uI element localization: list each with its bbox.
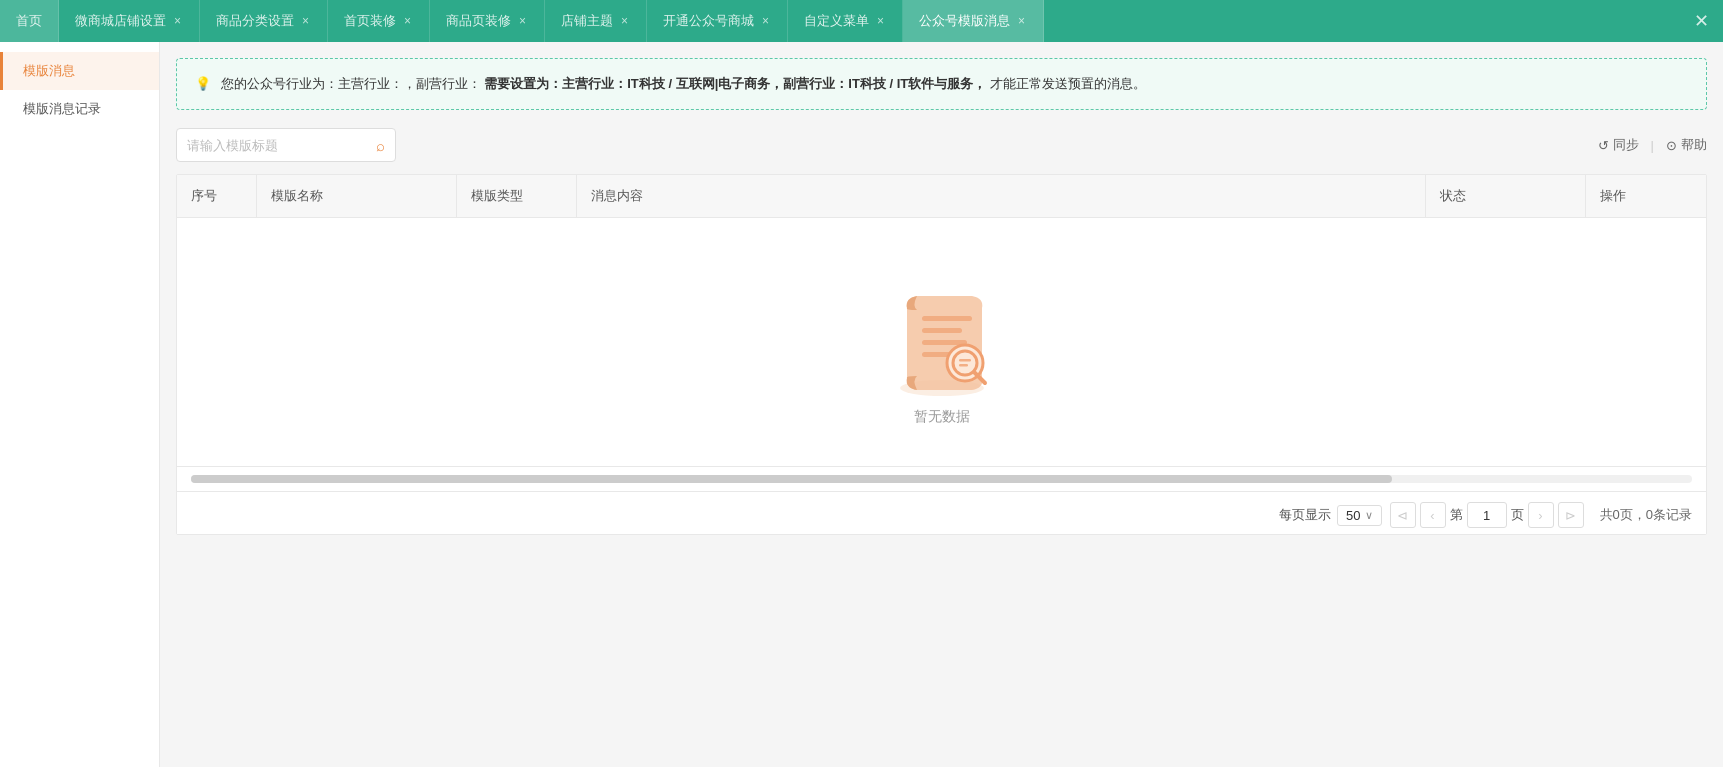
- sync-label: 同步: [1613, 136, 1639, 154]
- svg-rect-9: [959, 364, 968, 367]
- tab-close-icon[interactable]: ×: [1016, 14, 1027, 28]
- tab-close-icon[interactable]: ×: [760, 14, 771, 28]
- table-header: 序号 模版名称 模版类型 消息内容 状态 操作: [177, 175, 1706, 218]
- first-page-button[interactable]: ⊲: [1390, 502, 1416, 528]
- page-size-value: 50: [1346, 508, 1360, 523]
- notice-suffix: 才能正常发送预置的消息。: [990, 76, 1146, 91]
- search-icon[interactable]: ⌕: [376, 137, 385, 154]
- notice-prefix: 您的公众号行业为：主营行业：，副营行业：: [221, 76, 481, 91]
- divider: |: [1651, 138, 1654, 153]
- tab-bar: 首页微商城店铺设置×商品分类设置×首页装修×商品页装修×店铺主题×开通公众号商城…: [0, 0, 1723, 42]
- chevron-down-icon: ∨: [1365, 509, 1373, 522]
- svg-rect-2: [922, 328, 962, 333]
- page-size-label: 每页显示: [1279, 506, 1331, 524]
- tab-close-icon[interactable]: ×: [402, 14, 413, 28]
- help-label: 帮助: [1681, 136, 1707, 154]
- fake-scrollbar[interactable]: [191, 475, 1692, 483]
- tab-label: 商品页装修: [446, 12, 511, 30]
- page-number-input[interactable]: [1467, 502, 1507, 528]
- next-page-button[interactable]: ›: [1528, 502, 1554, 528]
- tab-label: 店铺主题: [561, 12, 613, 30]
- sidebar-item-0[interactable]: 模版消息: [0, 52, 159, 90]
- empty-state: 暂无数据: [177, 218, 1706, 466]
- content-area: 💡 您的公众号行业为：主营行业：，副营行业： 需要设置为：主营行业：IT科技 /…: [160, 42, 1723, 767]
- tab-item-6[interactable]: 开通公众号商城 ×: [647, 0, 788, 42]
- tab-label: 自定义菜单: [804, 12, 869, 30]
- col-type: 模版类型: [457, 175, 577, 217]
- tab-close-icon[interactable]: ×: [172, 14, 183, 28]
- col-status: 状态: [1426, 175, 1586, 217]
- tab-close-icon[interactable]: ×: [517, 14, 528, 28]
- empty-text: 暂无数据: [914, 408, 970, 426]
- scrollbar-area[interactable]: [177, 466, 1706, 491]
- tab-item-0[interactable]: 首页: [0, 0, 59, 42]
- pagination-bar: 每页显示 50 ∨ ⊲ ‹ 第 页 › ⊳ 共0页，0条记录: [177, 491, 1706, 534]
- tab-item-8[interactable]: 公众号模版消息 ×: [903, 0, 1044, 42]
- tab-item-2[interactable]: 商品分类设置 ×: [200, 0, 328, 42]
- notice-box: 💡 您的公众号行业为：主营行业：，副营行业： 需要设置为：主营行业：IT科技 /…: [176, 58, 1707, 110]
- sidebar-item-1[interactable]: 模版消息记录: [0, 90, 159, 128]
- col-content: 消息内容: [577, 175, 1426, 217]
- col-index: 序号: [177, 175, 257, 217]
- search-input[interactable]: [187, 138, 372, 153]
- sidebar: 模版消息模版消息记录: [0, 42, 160, 767]
- tab-label: 微商城店铺设置: [75, 12, 166, 30]
- page-nav: ⊲ ‹ 第 页 › ⊳: [1390, 502, 1584, 528]
- empty-illustration: [877, 278, 1007, 408]
- tab-item-5[interactable]: 店铺主题 ×: [545, 0, 647, 42]
- page-size-dropdown[interactable]: 50 ∨: [1337, 505, 1381, 526]
- sync-icon: ↺: [1598, 138, 1609, 153]
- main-layout: 模版消息模版消息记录 💡 您的公众号行业为：主营行业：，副营行业： 需要设置为：…: [0, 42, 1723, 767]
- tab-label: 开通公众号商城: [663, 12, 754, 30]
- tab-close-icon[interactable]: ×: [875, 14, 886, 28]
- page-label-pre: 第: [1450, 506, 1463, 524]
- help-icon: ⊙: [1666, 138, 1677, 153]
- tab-item-7[interactable]: 自定义菜单 ×: [788, 0, 903, 42]
- last-page-button[interactable]: ⊳: [1558, 502, 1584, 528]
- tab-label: 首页: [16, 12, 42, 30]
- search-bar: ⌕ ↺ 同步 | ⊙ 帮助: [176, 128, 1707, 162]
- page-label-post: 页: [1511, 506, 1524, 524]
- tab-item-4[interactable]: 商品页装修 ×: [430, 0, 545, 42]
- svg-rect-8: [959, 359, 971, 362]
- search-input-wrap[interactable]: ⌕: [176, 128, 396, 162]
- tab-close-icon[interactable]: ×: [300, 14, 311, 28]
- tab-label: 首页装修: [344, 12, 396, 30]
- bulb-icon: 💡: [195, 76, 211, 91]
- sync-button[interactable]: ↺ 同步: [1598, 136, 1639, 154]
- total-info: 共0页，0条记录: [1600, 506, 1692, 524]
- search-actions: ↺ 同步 | ⊙ 帮助: [1598, 136, 1707, 154]
- prev-page-button[interactable]: ‹: [1420, 502, 1446, 528]
- col-name: 模版名称: [257, 175, 457, 217]
- tab-label: 公众号模版消息: [919, 12, 1010, 30]
- tab-item-1[interactable]: 微商城店铺设置 ×: [59, 0, 200, 42]
- tab-label: 商品分类设置: [216, 12, 294, 30]
- table: 序号 模版名称 模版类型 消息内容 状态 操作: [176, 174, 1707, 535]
- tab-close-icon[interactable]: ×: [619, 14, 630, 28]
- svg-rect-1: [922, 316, 972, 321]
- help-button[interactable]: ⊙ 帮助: [1666, 136, 1707, 154]
- notice-highlight: 需要设置为：主营行业：IT科技 / 互联网|电子商务，副营行业：IT科技 / I…: [484, 76, 986, 91]
- page-size-select: 每页显示 50 ∨: [1279, 505, 1381, 526]
- tab-item-3[interactable]: 首页装修 ×: [328, 0, 430, 42]
- close-all-button[interactable]: ✕: [1680, 0, 1723, 42]
- scrollbar-thumb[interactable]: [191, 475, 1392, 483]
- col-action: 操作: [1586, 175, 1706, 217]
